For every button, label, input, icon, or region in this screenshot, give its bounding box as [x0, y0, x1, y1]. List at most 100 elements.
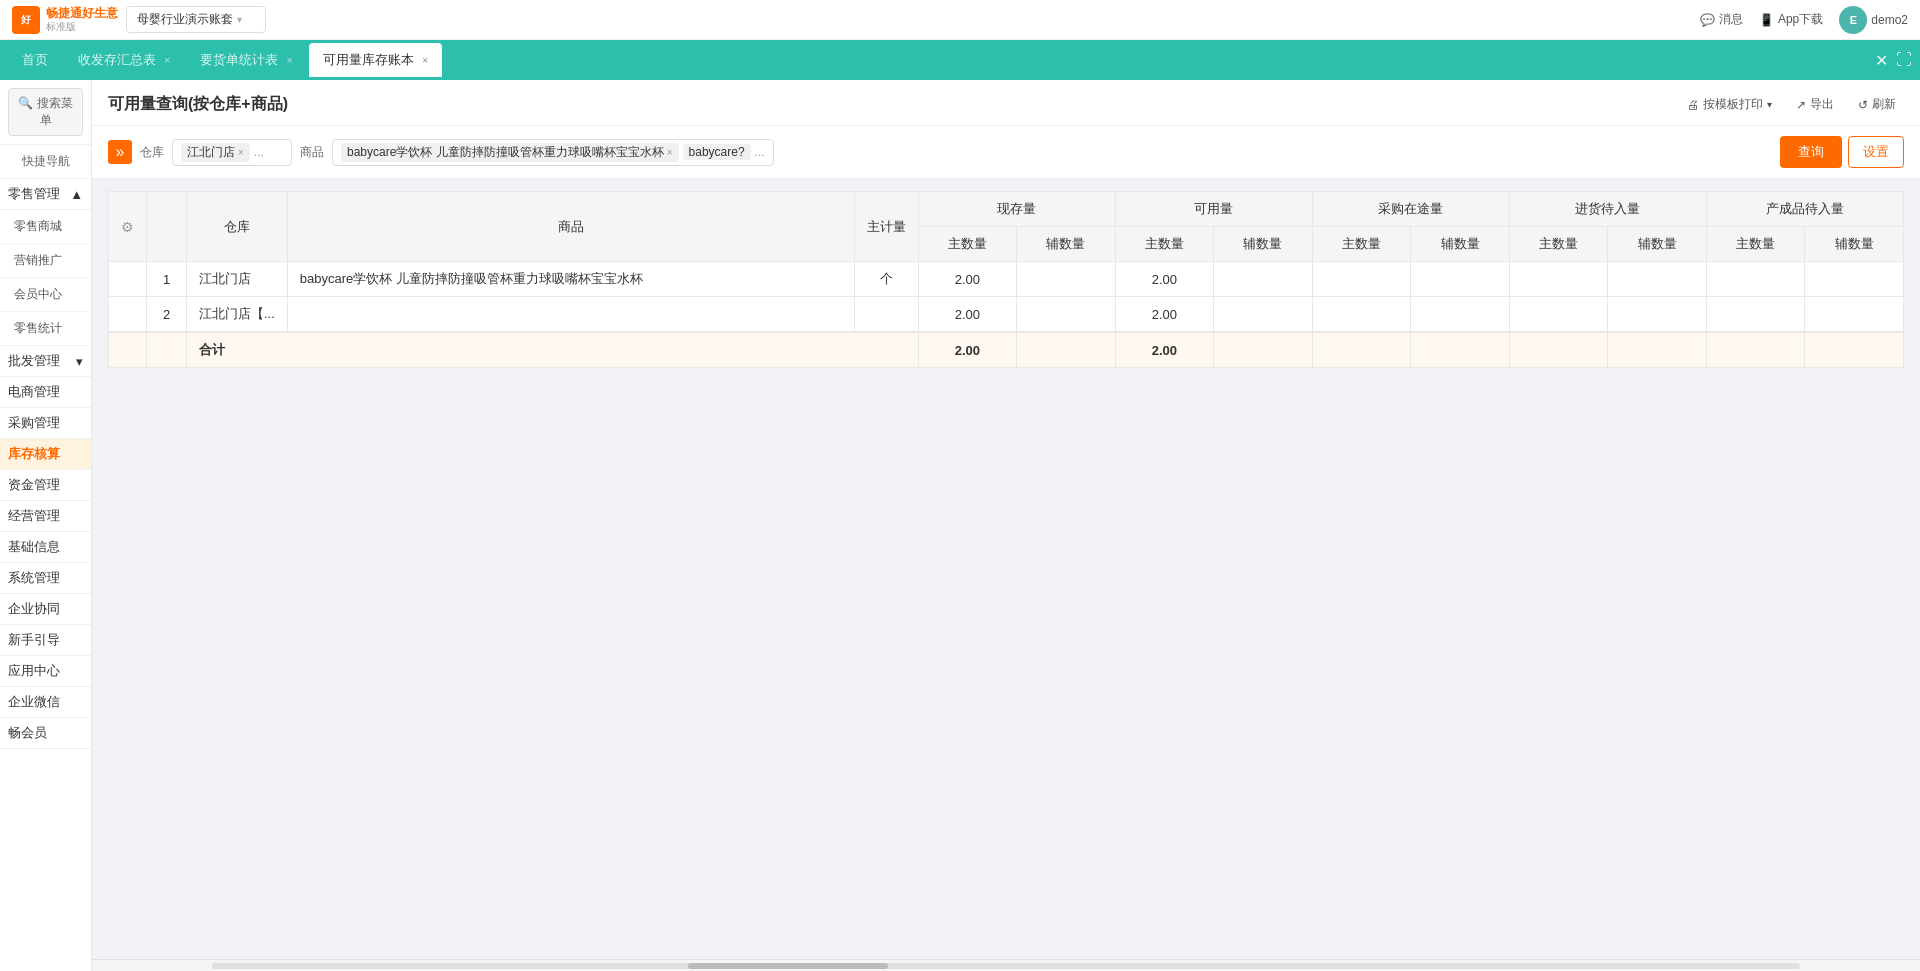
warehouse-tag-0-close[interactable]: ×: [238, 147, 244, 158]
th-finished-main: 主数量: [1706, 227, 1805, 262]
row-unit-1: [854, 297, 918, 333]
sidebar-section-企业微信[interactable]: 企业微信: [0, 687, 91, 718]
sidebar-item-营销推广[interactable]: 营销推广: [0, 244, 91, 278]
chevron-down-print: ▾: [1767, 99, 1772, 110]
th-available: 可用量: [1115, 192, 1312, 227]
footer-purchase-aux: [1411, 332, 1510, 368]
app-subtitle: 标准版: [46, 21, 118, 33]
sidebar-item-quick-nav[interactable]: 快捷导航: [0, 145, 91, 179]
settings-button[interactable]: 设置: [1848, 136, 1904, 168]
search-menu-btn[interactable]: 🔍 搜索菜单: [8, 88, 83, 136]
filter-actions: 查询 设置: [1780, 136, 1904, 168]
row-purchase-main-1: [1312, 297, 1411, 333]
tab-可用量库存账本-close[interactable]: ×: [422, 54, 428, 66]
sidebar-item-零售商城[interactable]: 零售商城: [0, 210, 91, 244]
bottom-scrollbar[interactable]: [92, 959, 1920, 971]
sidebar-section-库存核算[interactable]: 库存核算: [0, 439, 91, 470]
tab-收发存汇总表-close[interactable]: ×: [164, 54, 170, 66]
top-bar-left: 好 畅捷通好生意 标准版 母婴行业演示账套 ▾: [12, 6, 266, 34]
product-more[interactable]: ...: [755, 145, 765, 159]
row-goods-main-0: [1509, 262, 1608, 297]
tab-收发存汇总表[interactable]: 收发存汇总表 ×: [64, 43, 184, 77]
warehouse-filter-container: 江北门店 × ...: [172, 139, 292, 166]
footer-avail-aux: [1214, 332, 1313, 368]
sidebar-item-零售统计[interactable]: 零售统计: [0, 312, 91, 346]
row-goods-aux-0: [1608, 262, 1707, 297]
chevron-down-icon: ▾: [237, 14, 242, 25]
sidebar-section-新手引导[interactable]: 新手引导: [0, 625, 91, 656]
query-button[interactable]: 查询: [1780, 136, 1842, 168]
print-btn[interactable]: 🖨 按模板打印 ▾: [1679, 92, 1780, 117]
th-purchase-main: 主数量: [1312, 227, 1411, 262]
product-tag-0-close[interactable]: ×: [667, 147, 673, 158]
export-btn[interactable]: ↗ 导出: [1788, 92, 1842, 117]
app-download-btn[interactable]: 📱 App下载: [1759, 11, 1823, 28]
filter-area: » 仓库 江北门店 × ... 商品 babycare学饮杯 儿童防摔防撞吸管杯…: [92, 126, 1920, 179]
sidebar-section-采购管理[interactable]: 采购管理: [0, 408, 91, 439]
footer-finished-aux: [1805, 332, 1904, 368]
filter-expand-btn[interactable]: »: [108, 140, 132, 164]
close-window-icon[interactable]: ✕: [1875, 51, 1888, 70]
tab-要货单统计表-close[interactable]: ×: [286, 54, 292, 66]
tab-可用量库存账本-label: 可用量库存账本: [323, 51, 414, 69]
refresh-btn[interactable]: ↺ 刷新: [1850, 92, 1904, 117]
row-stock-aux-1: [1017, 297, 1116, 333]
product-tag-0: babycare学饮杯 儿童防摔防撞吸管杯重力球吸嘴杯宝宝水杯 ×: [341, 143, 679, 162]
top-bar: 好 畅捷通好生意 标准版 母婴行业演示账套 ▾ 💬 消息 📱 App下载 E d…: [0, 0, 1920, 40]
table-footer-row: 合计 2.00 2.00: [109, 332, 1904, 368]
tab-home[interactable]: 首页: [8, 43, 62, 77]
th-warehouse: 仓库: [187, 192, 288, 262]
row-warehouse-0: 江北门店: [187, 262, 288, 297]
message-label: 消息: [1719, 11, 1743, 28]
sidebar-section-批发管理[interactable]: 批发管理 ▾: [0, 346, 91, 377]
row-index-1: 2: [147, 297, 187, 333]
sidebar-section-畅会员[interactable]: 畅会员: [0, 718, 91, 749]
sidebar-section-经营管理[interactable]: 经营管理: [0, 501, 91, 532]
tab-可用量库存账本[interactable]: 可用量库存账本 ×: [309, 43, 442, 77]
warehouse-more[interactable]: ...: [254, 145, 264, 159]
expand-icon: »: [116, 143, 125, 161]
logo-icon: 好: [12, 6, 40, 34]
row-stock-aux-0: [1017, 262, 1116, 297]
sidebar-item-会员中心[interactable]: 会员中心: [0, 278, 91, 312]
sidebar-section-零售管理[interactable]: 零售管理 ▲: [0, 179, 91, 210]
footer-stock-aux: [1017, 332, 1116, 368]
row-settings-0: [109, 262, 147, 297]
tab-收发存汇总表-label: 收发存汇总表: [78, 51, 156, 69]
sidebar-section-系统管理[interactable]: 系统管理: [0, 563, 91, 594]
export-icon: ↗: [1796, 98, 1806, 112]
sidebar: 🔍 搜索菜单 快捷导航 零售管理 ▲ 零售商城 营销推广 会员中心 零售统计 批…: [0, 80, 92, 971]
maximize-icon[interactable]: ⛶: [1896, 51, 1912, 69]
th-goods-pending: 进货待入量: [1509, 192, 1706, 227]
footer-goods-aux: [1608, 332, 1707, 368]
sidebar-section-企业协同[interactable]: 企业协同: [0, 594, 91, 625]
row-avail-aux-1: [1214, 297, 1313, 333]
row-goods-main-1: [1509, 297, 1608, 333]
username-label: demo2: [1871, 13, 1908, 27]
user-avatar-btn[interactable]: E demo2: [1839, 6, 1908, 34]
footer-goods-main: [1509, 332, 1608, 368]
tab-要货单统计表[interactable]: 要货单统计表 ×: [186, 43, 306, 77]
message-btn[interactable]: 💬 消息: [1700, 11, 1743, 28]
chevron-down-icon-批发: ▾: [76, 354, 83, 369]
sidebar-search: 🔍 搜索菜单: [0, 80, 91, 145]
printer-icon: 🖨: [1687, 98, 1699, 112]
sidebar-section-应用中心[interactable]: 应用中心: [0, 656, 91, 687]
tab-bar-actions: ✕ ⛶: [1875, 51, 1912, 70]
th-finished-pending: 产成品待入量: [1706, 192, 1903, 227]
industry-selector[interactable]: 母婴行业演示账套 ▾: [126, 6, 266, 33]
scroll-thumb[interactable]: [688, 963, 888, 969]
row-finished-main-0: [1706, 262, 1805, 297]
tab-要货单统计表-label: 要货单统计表: [200, 51, 278, 69]
sidebar-section-电商管理[interactable]: 电商管理: [0, 377, 91, 408]
row-warehouse-1: 江北门店【...: [187, 297, 288, 333]
app-download-label: App下载: [1778, 11, 1823, 28]
table-settings-icon[interactable]: ⚙: [121, 219, 134, 235]
sidebar-section-资金管理[interactable]: 资金管理: [0, 470, 91, 501]
row-finished-aux-0: [1805, 262, 1904, 297]
th-goods-main: 主数量: [1509, 227, 1608, 262]
th-index: [147, 192, 187, 262]
sidebar-section-基础信息[interactable]: 基础信息: [0, 532, 91, 563]
footer-finished-main: [1706, 332, 1805, 368]
footer-purchase-main: [1312, 332, 1411, 368]
